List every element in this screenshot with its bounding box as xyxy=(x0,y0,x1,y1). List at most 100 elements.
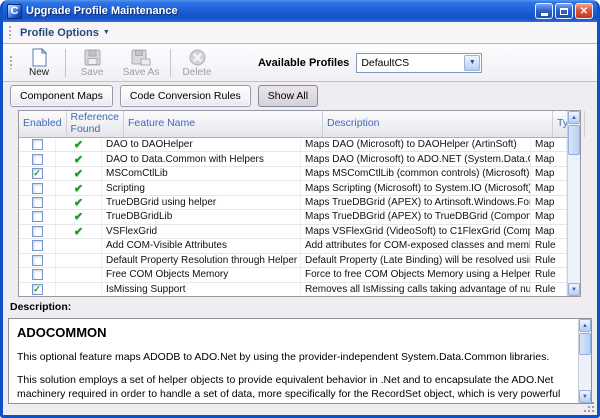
table-row[interactable]: ✔ScriptingMaps Scripting (Microsoft) to … xyxy=(19,181,567,195)
enabled-checkbox[interactable] xyxy=(32,183,43,194)
component-maps-button[interactable]: Component Maps xyxy=(10,85,113,107)
table-row[interactable]: ✔TrueDBGridLibMaps TrueDBGrid (APEX) to … xyxy=(19,210,567,224)
menu-bar: Profile Options ▼ xyxy=(3,22,597,43)
table-scrollbar[interactable]: ▲ ▼ xyxy=(567,111,580,296)
menu-grip xyxy=(9,26,11,39)
scroll-up-icon[interactable]: ▲ xyxy=(579,319,591,332)
title-bar[interactable]: C Upgrade Profile Maintenance ✕ xyxy=(3,0,597,22)
reference-found-cell: ✔ xyxy=(56,210,102,223)
toolbar-separator xyxy=(65,49,66,77)
enabled-checkbox[interactable] xyxy=(32,226,43,237)
maximize-button[interactable] xyxy=(555,3,573,19)
description-heading: ADOCOMMON xyxy=(17,325,569,340)
description-cell: Maps DAO (Microsoft) to ADO.NET (System.… xyxy=(301,152,531,165)
table-row[interactable]: Add COM-Visible AttributesAdd attributes… xyxy=(19,239,567,253)
table-row[interactable]: ✔DAO to Data.Common with HelpersMaps DAO… xyxy=(19,152,567,166)
enabled-cell xyxy=(19,268,56,281)
new-button[interactable]: New xyxy=(16,46,62,79)
code-conversion-rules-button[interactable]: Code Conversion Rules xyxy=(120,85,251,107)
enabled-cell xyxy=(19,196,56,209)
type-cell: Map xyxy=(531,181,567,194)
reference-found-cell: ✔ xyxy=(56,196,102,209)
enabled-cell xyxy=(19,138,56,151)
enabled-checkbox[interactable] xyxy=(32,154,43,165)
description-paragraph: This optional feature maps ADODB to ADO.… xyxy=(17,351,569,365)
table-row[interactable]: ✔DAO to DAOHelperMaps DAO (Microsoft) to… xyxy=(19,138,567,152)
enabled-cell xyxy=(19,152,56,165)
save-button[interactable]: Save xyxy=(69,46,115,79)
table-row[interactable]: Free COM Objects MemoryForce to free COM… xyxy=(19,268,567,282)
save-as-button-label: Save As xyxy=(123,67,160,78)
dropdown-arrow-icon[interactable]: ▼ xyxy=(464,55,480,71)
save-as-button[interactable]: Save As xyxy=(115,46,167,79)
scrollbar-thumb[interactable] xyxy=(579,333,591,355)
enabled-checkbox[interactable] xyxy=(32,240,43,251)
toolbar: New Save Save As Delete Available Profil… xyxy=(3,43,597,82)
description-cell: Maps TrueDBGrid (APEX) to Artinsoft.Wind… xyxy=(301,196,531,209)
reference-found-check-icon: ✔ xyxy=(74,138,83,151)
column-header-feature-name[interactable]: Feature Name xyxy=(124,111,323,137)
menu-profile-options[interactable]: Profile Options ▼ xyxy=(15,25,115,41)
reference-found-cell: ✔ xyxy=(56,167,102,180)
scrollbar-thumb[interactable] xyxy=(568,125,580,155)
table-row[interactable]: Default Property Resolution through Help… xyxy=(19,254,567,268)
minimize-button[interactable] xyxy=(535,3,553,19)
table-row[interactable]: ✔VSFlexGridMaps VSFlexGrid (VideoSoft) t… xyxy=(19,225,567,239)
chevron-down-icon: ▼ xyxy=(103,29,110,36)
save-as-icon xyxy=(131,48,151,67)
enabled-cell: ✓ xyxy=(19,283,56,296)
enabled-cell: ✓ xyxy=(19,167,56,180)
feature-name-cell: TrueDBGrid using helper xyxy=(102,196,301,209)
enabled-checkbox[interactable]: ✓ xyxy=(32,168,43,179)
available-profiles-dropdown[interactable]: DefaultCS ▼ xyxy=(356,53,482,73)
feature-name-cell: TrueDBGridLib xyxy=(102,210,301,223)
close-button[interactable]: ✕ xyxy=(575,3,593,19)
type-cell: Rule xyxy=(531,268,567,281)
available-profiles-group: Available Profiles DefaultCS ▼ xyxy=(258,53,482,73)
enabled-cell xyxy=(19,225,56,238)
status-bar xyxy=(3,404,597,415)
resize-grip[interactable] xyxy=(584,402,594,412)
description-content: ADOCOMMON This optional feature maps ADO… xyxy=(9,319,577,404)
reference-found-cell: ✔ xyxy=(56,181,102,194)
enabled-checkbox[interactable] xyxy=(32,211,43,222)
upgrade-profile-maintenance-window: C Upgrade Profile Maintenance ✕ Profile … xyxy=(0,0,600,418)
new-document-icon xyxy=(30,48,48,67)
scroll-up-icon[interactable]: ▲ xyxy=(568,111,580,124)
column-header-enabled[interactable]: Enabled xyxy=(19,111,67,137)
description-scrollbar[interactable]: ▲ ▼ xyxy=(578,319,591,403)
scroll-down-icon[interactable]: ▼ xyxy=(568,283,580,296)
column-header-description[interactable]: Description xyxy=(323,111,553,137)
delete-button-label: Delete xyxy=(183,67,212,78)
type-cell: Map xyxy=(531,210,567,223)
save-button-label: Save xyxy=(81,67,104,78)
reference-found-check-icon: ✔ xyxy=(74,196,83,209)
enabled-checkbox[interactable] xyxy=(32,197,43,208)
enabled-cell xyxy=(19,254,56,267)
feature-name-cell: IsMissing Support xyxy=(102,283,301,296)
type-cell: Map xyxy=(531,225,567,238)
delete-button[interactable]: Delete xyxy=(174,46,220,79)
enabled-checkbox[interactable] xyxy=(32,255,43,266)
table-row[interactable]: ✓IsMissing SupportRemoves all IsMissing … xyxy=(19,283,567,296)
table-row[interactable]: ✔ TrueDBGrid using helperMaps TrueDBGrid … xyxy=(19,196,567,210)
enabled-checkbox[interactable] xyxy=(32,139,43,150)
table-row[interactable]: ✓✔MSComCtlLibMaps MSComCtlLib (common co… xyxy=(19,167,567,181)
menu-profile-options-label: Profile Options xyxy=(20,27,99,39)
column-header-reference-found[interactable]: Reference Found xyxy=(67,111,124,137)
description-cell: Force to free COM Objects Memory using a… xyxy=(301,268,531,281)
reference-found-cell xyxy=(56,268,102,281)
new-button-label: New xyxy=(29,67,49,78)
show-all-button[interactable]: Show All xyxy=(258,85,318,107)
description-box[interactable]: ADOCOMMON This optional feature maps ADO… xyxy=(8,318,592,404)
enabled-checkbox[interactable]: ✓ xyxy=(32,284,43,295)
save-icon xyxy=(83,48,102,67)
enabled-checkbox[interactable] xyxy=(32,269,43,280)
type-cell: Rule xyxy=(531,254,567,267)
available-profiles-value: DefaultCS xyxy=(357,54,463,72)
reference-found-check-icon: ✔ xyxy=(74,167,83,180)
window-title: Upgrade Profile Maintenance xyxy=(26,5,531,17)
type-cell: Rule xyxy=(531,239,567,252)
maximize-icon xyxy=(560,8,568,15)
reference-found-cell xyxy=(56,254,102,267)
